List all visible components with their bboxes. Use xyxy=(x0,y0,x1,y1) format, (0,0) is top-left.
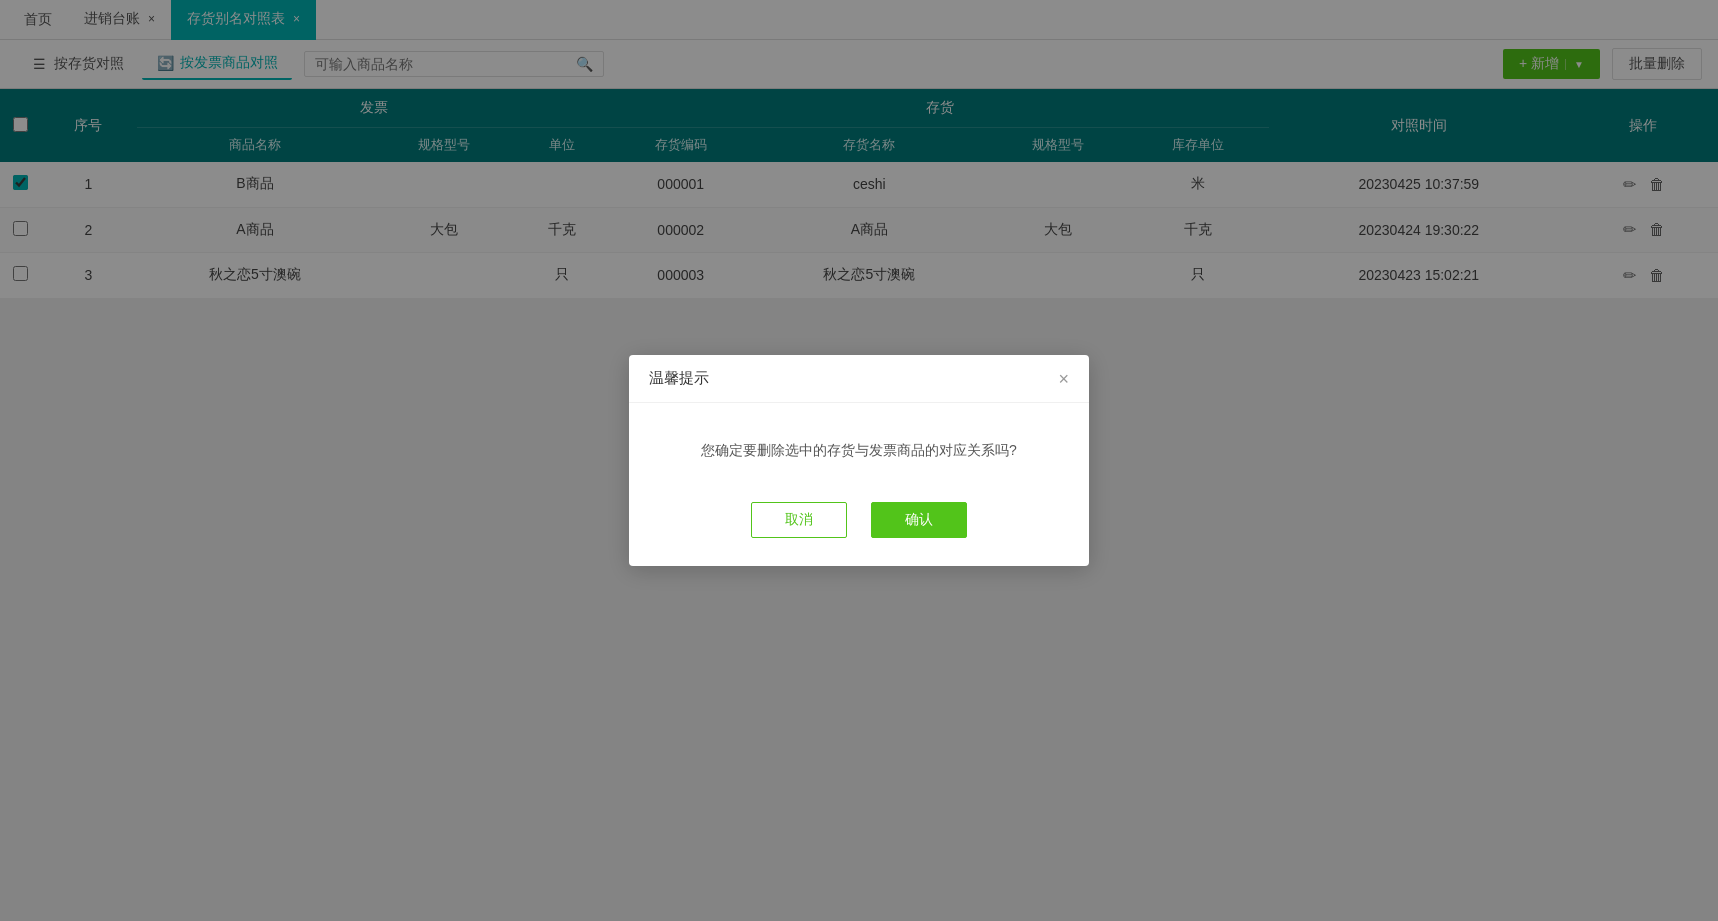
modal-overlay: 温馨提示 × 您确定要删除选中的存货与发票商品的对应关系吗? 取消 确认 xyxy=(0,0,1718,299)
